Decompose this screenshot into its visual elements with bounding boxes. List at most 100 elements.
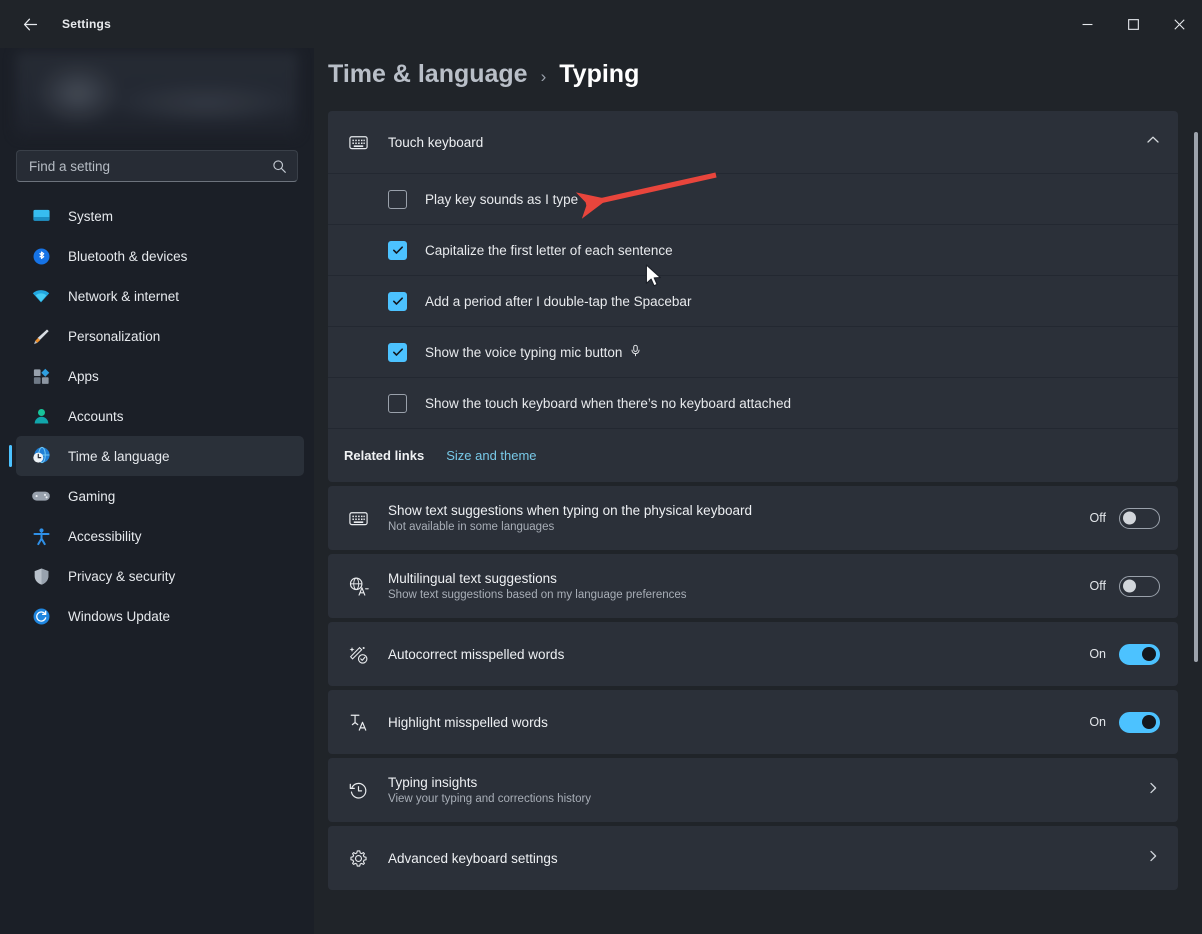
content-scrollbar[interactable] bbox=[1194, 132, 1198, 832]
minimize-icon bbox=[1082, 19, 1093, 30]
checkbox-checked-icon[interactable] bbox=[388, 292, 407, 311]
history-icon bbox=[344, 780, 372, 801]
user-profile-blurred[interactable] bbox=[16, 52, 298, 136]
close-icon bbox=[1174, 19, 1185, 30]
globe-clock-icon bbox=[30, 445, 52, 467]
sidebar-item-label: Apps bbox=[68, 369, 99, 384]
keyboard-icon bbox=[344, 508, 372, 529]
toggle-state-label: Off bbox=[1090, 579, 1106, 593]
setting-title: Typing insights bbox=[388, 775, 591, 790]
checkbox-row-voice-typing-mic[interactable]: Show the voice typing mic button bbox=[328, 326, 1178, 377]
chevron-up-icon[interactable] bbox=[1146, 133, 1160, 152]
sidebar-item-personalization[interactable]: Personalization bbox=[16, 316, 304, 356]
sidebar-item-label: Privacy & security bbox=[68, 569, 175, 584]
search-input[interactable] bbox=[29, 159, 272, 174]
search-box[interactable] bbox=[16, 150, 298, 182]
settings-window: Settings bbox=[0, 0, 1202, 934]
title-bar: Settings bbox=[0, 0, 1202, 48]
toggle-switch[interactable] bbox=[1119, 508, 1160, 529]
close-button[interactable] bbox=[1156, 0, 1202, 48]
checkbox-checked-icon[interactable] bbox=[388, 343, 407, 362]
sidebar-item-label: Windows Update bbox=[68, 609, 170, 624]
wifi-icon bbox=[30, 285, 52, 307]
scrollbar-thumb[interactable] bbox=[1194, 132, 1198, 662]
back-arrow-icon bbox=[22, 16, 39, 33]
page-title: Typing bbox=[559, 60, 639, 89]
maximize-button[interactable] bbox=[1110, 0, 1156, 48]
maximize-icon bbox=[1128, 19, 1139, 30]
breadcrumb: Time & language › Typing bbox=[328, 48, 1178, 111]
sidebar-item-label: Network & internet bbox=[68, 289, 179, 304]
sidebar-item-label: Time & language bbox=[68, 449, 170, 464]
toggle-switch[interactable] bbox=[1119, 576, 1160, 597]
setting-subtitle: Not available in some languages bbox=[388, 521, 752, 533]
checkbox-checked-icon[interactable] bbox=[388, 241, 407, 260]
sidebar-item-network-internet[interactable]: Network & internet bbox=[16, 276, 304, 316]
related-link-size-and-theme[interactable]: Size and theme bbox=[446, 448, 536, 463]
sidebar-item-time-language[interactable]: Time & language bbox=[16, 436, 304, 476]
checkbox-unchecked-icon[interactable] bbox=[388, 394, 407, 413]
sidebar-item-privacy-security[interactable]: Privacy & security bbox=[16, 556, 304, 596]
setting-subtitle: Show text suggestions based on my langua… bbox=[388, 589, 687, 601]
breadcrumb-parent[interactable]: Time & language bbox=[328, 60, 528, 89]
checkbox-label: Add a period after I double-tap the Spac… bbox=[425, 294, 691, 309]
window-body: System Bluetooth & devices bbox=[0, 48, 1202, 934]
related-links-title: Related links bbox=[344, 448, 424, 463]
chevron-right-icon[interactable] bbox=[1146, 849, 1160, 868]
sidebar-item-apps[interactable]: Apps bbox=[16, 356, 304, 396]
toggle-state-label: Off bbox=[1090, 511, 1106, 525]
setting-row-text-suggestions-physical-keyboard[interactable]: Show text suggestions when typing on the… bbox=[328, 486, 1178, 550]
sidebar-item-bluetooth-devices[interactable]: Bluetooth & devices bbox=[16, 236, 304, 276]
touch-keyboard-card: Touch keyboard Play key sounds as I type bbox=[328, 111, 1178, 482]
breadcrumb-separator-icon: › bbox=[541, 67, 547, 87]
sidebar-item-windows-update[interactable]: Windows Update bbox=[16, 596, 304, 636]
touch-keyboard-expander-header[interactable]: Touch keyboard bbox=[328, 111, 1178, 173]
setting-row-autocorrect-misspelled-words[interactable]: Autocorrect misspelled words On bbox=[328, 622, 1178, 686]
setting-row-highlight-misspelled-words[interactable]: Highlight misspelled words On bbox=[328, 690, 1178, 754]
touch-keyboard-title: Touch keyboard bbox=[388, 135, 483, 150]
checkbox-row-play-key-sounds[interactable]: Play key sounds as I type bbox=[328, 173, 1178, 224]
setting-row-advanced-keyboard-settings[interactable]: Advanced keyboard settings bbox=[328, 826, 1178, 890]
keyboard-icon bbox=[344, 132, 372, 153]
checkbox-label: Capitalize the first letter of each sent… bbox=[425, 243, 673, 258]
sidebar-item-label: Personalization bbox=[68, 329, 160, 344]
chevron-right-icon[interactable] bbox=[1146, 781, 1160, 800]
content-pane: Time & language › Typing bbox=[314, 48, 1202, 934]
setting-row-multilingual-text-suggestions[interactable]: Multilingual text suggestions Show text … bbox=[328, 554, 1178, 618]
accessibility-icon bbox=[30, 525, 52, 547]
monitor-icon bbox=[30, 205, 52, 227]
sidebar-item-system[interactable]: System bbox=[16, 196, 304, 236]
apps-icon bbox=[30, 365, 52, 387]
sidebar-item-accounts[interactable]: Accounts bbox=[16, 396, 304, 436]
sidebar-item-label: Gaming bbox=[68, 489, 115, 504]
checkbox-row-capitalize-first-letter[interactable]: Capitalize the first letter of each sent… bbox=[328, 224, 1178, 275]
setting-row-typing-insights[interactable]: Typing insights View your typing and cor… bbox=[328, 758, 1178, 822]
checkbox-label: Play key sounds as I type bbox=[425, 192, 578, 207]
sidebar-item-label: Accounts bbox=[68, 409, 124, 424]
minimize-button[interactable] bbox=[1064, 0, 1110, 48]
setting-title: Show text suggestions when typing on the… bbox=[388, 503, 752, 518]
autocorrect-icon bbox=[344, 644, 372, 665]
sidebar-item-gaming[interactable]: Gaming bbox=[16, 476, 304, 516]
checkbox-unchecked-icon[interactable] bbox=[388, 190, 407, 209]
checkbox-label: Show the voice typing mic button bbox=[425, 345, 622, 360]
checkbox-row-add-period[interactable]: Add a period after I double-tap the Spac… bbox=[328, 275, 1178, 326]
sidebar-item-label: Accessibility bbox=[68, 529, 142, 544]
globe-translate-icon bbox=[344, 576, 372, 597]
toggle-switch[interactable] bbox=[1119, 712, 1160, 733]
shield-icon bbox=[30, 565, 52, 587]
highlight-text-icon bbox=[344, 712, 372, 733]
related-links-section: Related links Size and theme bbox=[328, 428, 1178, 482]
toggle-state-label: On bbox=[1089, 647, 1106, 661]
sidebar-item-label: Bluetooth & devices bbox=[68, 249, 187, 264]
checkbox-label: Show the touch keyboard when there’s no … bbox=[425, 396, 791, 411]
gear-icon bbox=[344, 848, 372, 869]
sidebar-item-accessibility[interactable]: Accessibility bbox=[16, 516, 304, 556]
checkbox-row-show-touch-keyboard[interactable]: Show the touch keyboard when there’s no … bbox=[328, 377, 1178, 428]
sidebar-item-label: System bbox=[68, 209, 113, 224]
gamepad-icon bbox=[30, 485, 52, 507]
toggle-state-label: On bbox=[1089, 715, 1106, 729]
back-button[interactable] bbox=[10, 8, 50, 40]
setting-title: Advanced keyboard settings bbox=[388, 851, 558, 866]
toggle-switch[interactable] bbox=[1119, 644, 1160, 665]
